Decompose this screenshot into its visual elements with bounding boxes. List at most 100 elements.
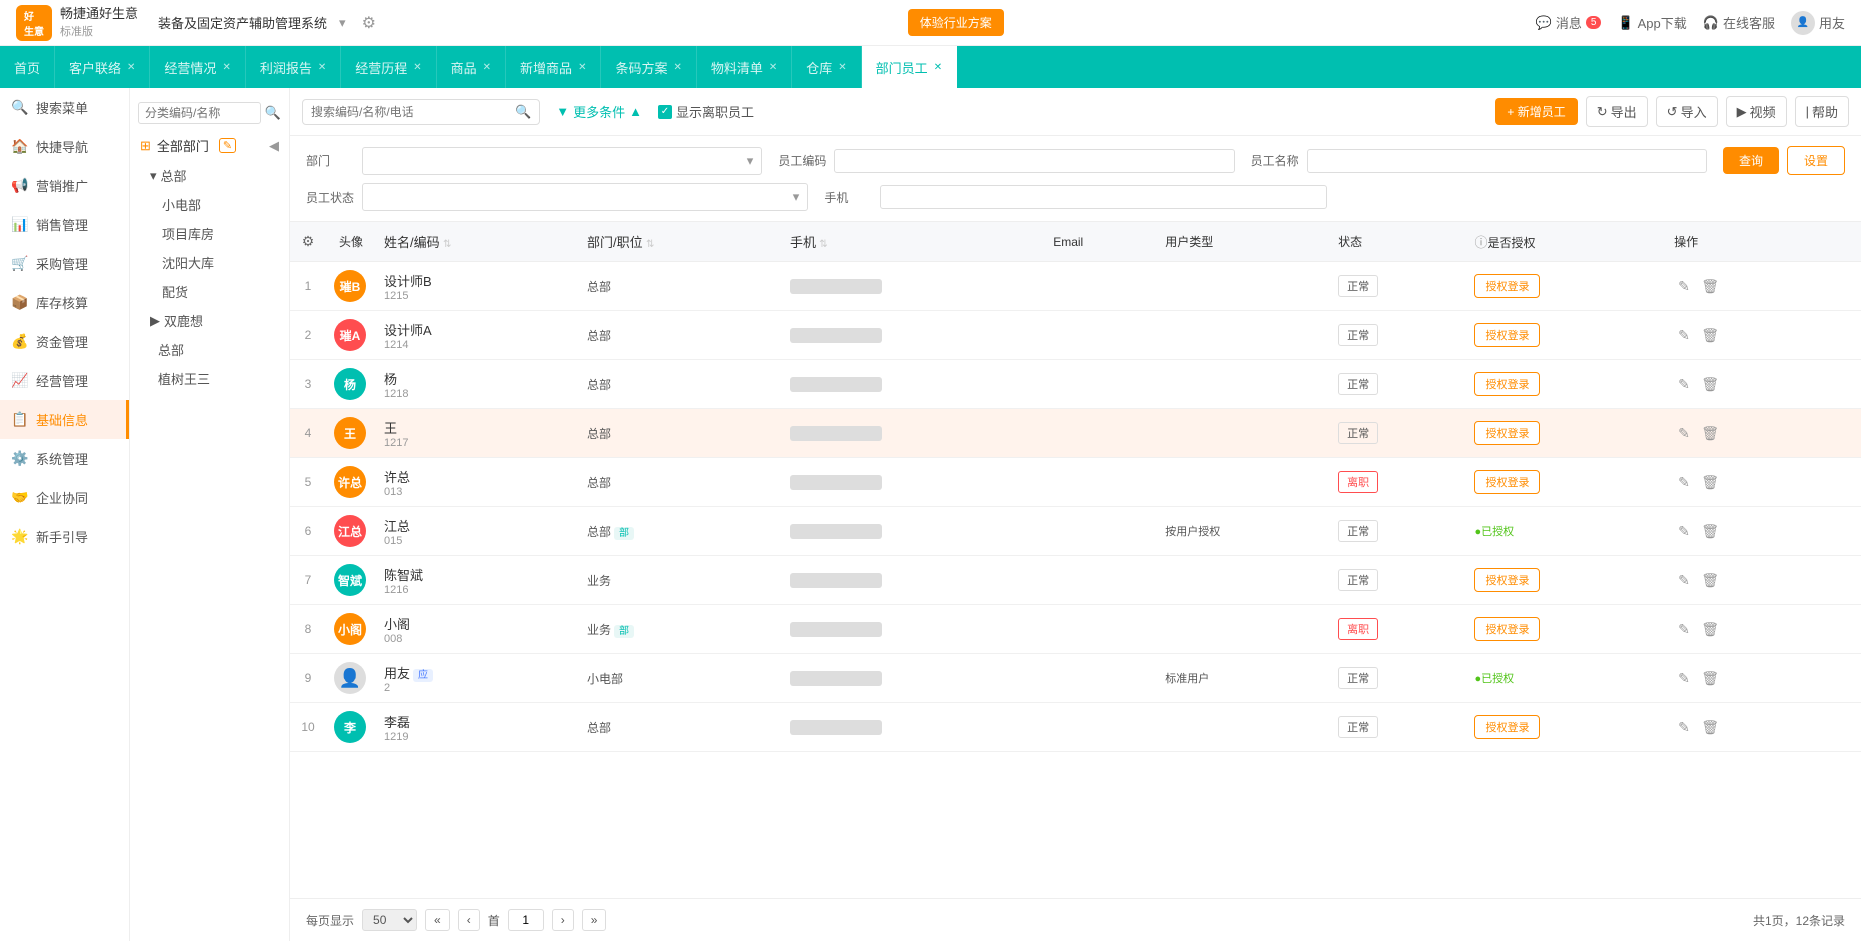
close-tab-icon[interactable]: ✕ xyxy=(578,62,586,73)
sidebar-item-basic[interactable]: 📋 基础信息 xyxy=(0,400,129,439)
sidebar-item-marketing[interactable]: 📢 营销推广 xyxy=(0,166,129,205)
close-tab-icon[interactable]: ✕ xyxy=(413,62,421,73)
app-download-button[interactable]: 📱 App下载 xyxy=(1617,13,1686,32)
dept-item-project-room[interactable]: 项目库房 xyxy=(130,219,289,248)
first-page-button[interactable]: « xyxy=(425,909,450,931)
tab-employees[interactable]: 部门员工 ✕ xyxy=(862,46,957,88)
edit-button[interactable]: ✎ xyxy=(1674,570,1694,591)
tab-barcode[interactable]: 条码方案 ✕ xyxy=(601,46,696,88)
column-settings-button[interactable]: ⚙ xyxy=(302,233,315,250)
tab-warehouse[interactable]: 仓库 ✕ xyxy=(792,46,861,88)
edit-button[interactable]: ✎ xyxy=(1674,423,1694,444)
close-tab-icon[interactable]: ✕ xyxy=(483,62,491,73)
search-input[interactable] xyxy=(311,105,511,119)
show-resigned-toggle[interactable]: ✓ 显示离职员工 xyxy=(658,102,754,121)
tab-home[interactable]: 首页 xyxy=(0,46,55,88)
sidebar-item-collab[interactable]: 🤝 企业协同 xyxy=(0,478,129,517)
close-tab-icon[interactable]: ✕ xyxy=(769,62,777,73)
import-button[interactable]: ↺ 导入 xyxy=(1656,96,1718,127)
edit-button[interactable]: ✎ xyxy=(1674,472,1694,493)
sidebar-item-purchase[interactable]: 🛒 采购管理 xyxy=(0,244,129,283)
online-service-button[interactable]: 🎧 在线客服 xyxy=(1703,13,1775,32)
tab-profit[interactable]: 利润报告 ✕ xyxy=(246,46,341,88)
prev-page-button[interactable]: ‹ xyxy=(458,909,480,931)
authorize-button[interactable]: 授权登录 xyxy=(1474,715,1540,739)
col-dept[interactable]: 部门/职位 ⇅ xyxy=(579,222,782,262)
help-button[interactable]: | 帮助 xyxy=(1795,96,1849,127)
close-tab-icon[interactable]: ✕ xyxy=(934,62,942,73)
edit-button[interactable]: ✎ xyxy=(1674,668,1694,689)
tab-customer[interactable]: 客户联络 ✕ xyxy=(55,46,150,88)
edit-button[interactable]: ✎ xyxy=(1674,717,1694,738)
dept-collapse-icon[interactable]: ◀ xyxy=(269,138,279,154)
delete-button[interactable]: 🗑 xyxy=(1697,717,1723,738)
tab-new-goods[interactable]: 新增商品 ✕ xyxy=(506,46,601,88)
edit-button[interactable]: ✎ xyxy=(1674,276,1694,297)
sidebar-item-sales[interactable]: 📊 销售管理 xyxy=(0,205,129,244)
dept-item-shuanglu[interactable]: ▶ 双鹿想 xyxy=(130,306,289,335)
last-page-button[interactable]: » xyxy=(582,909,607,931)
authorize-button[interactable]: 授权登录 xyxy=(1474,323,1540,347)
emp-name-input[interactable] xyxy=(1307,149,1707,173)
search-button[interactable]: 查询 xyxy=(1723,147,1779,174)
dropdown-arrow-icon[interactable]: ▾ xyxy=(339,15,346,31)
delete-button[interactable]: 🗑 xyxy=(1697,570,1723,591)
tab-goods[interactable]: 商品 ✕ xyxy=(437,46,506,88)
page-number-input[interactable] xyxy=(508,909,544,931)
delete-button[interactable]: 🗑 xyxy=(1697,374,1723,395)
authorize-button[interactable]: 授权登录 xyxy=(1474,617,1540,641)
dept-select[interactable]: ▾ xyxy=(362,147,762,175)
sidebar-item-management[interactable]: 📈 经营管理 xyxy=(0,361,129,400)
sidebar-item-guide[interactable]: 🌟 新手引导 xyxy=(0,517,129,556)
col-phone[interactable]: 手机 ⇅ xyxy=(782,222,1045,262)
settings-button[interactable]: 设置 xyxy=(1787,146,1845,175)
sidebar-item-finance[interactable]: 💰 资金管理 xyxy=(0,322,129,361)
user-menu[interactable]: 👤 用友 xyxy=(1791,11,1845,35)
edit-button[interactable]: ✎ xyxy=(1674,619,1694,640)
dept-item-plant-king[interactable]: 植树王三 xyxy=(130,364,289,393)
sidebar-item-search[interactable]: 🔍 搜索菜单 xyxy=(0,88,129,127)
dept-search-input[interactable] xyxy=(138,102,261,124)
close-tab-icon[interactable]: ✕ xyxy=(222,62,230,73)
delete-button[interactable]: 🗑 xyxy=(1697,668,1723,689)
dept-item-shenyang[interactable]: 沈阳大库 xyxy=(130,248,289,277)
next-page-button[interactable]: › xyxy=(552,909,574,931)
page-size-select[interactable]: 50 20 100 xyxy=(362,909,417,931)
delete-button[interactable]: 🗑 xyxy=(1697,423,1723,444)
col-setting[interactable]: ⚙ xyxy=(290,222,326,262)
sidebar-item-inventory[interactable]: 📦 库存核算 xyxy=(0,283,129,322)
tab-history[interactable]: 经营历程 ✕ xyxy=(341,46,436,88)
close-tab-icon[interactable]: ✕ xyxy=(318,62,326,73)
dept-edit-icon[interactable]: ✎ xyxy=(219,138,236,153)
emp-code-input[interactable] xyxy=(834,149,1234,173)
tab-bom[interactable]: 物料清单 ✕ xyxy=(697,46,792,88)
delete-button[interactable]: 🗑 xyxy=(1697,276,1723,297)
phone-input[interactable] xyxy=(880,185,1326,209)
dept-item-headquarters[interactable]: ▾ 总部 xyxy=(130,161,289,190)
close-tab-icon[interactable]: ✕ xyxy=(838,62,846,73)
delete-button[interactable]: 🗑 xyxy=(1697,619,1723,640)
more-filter-button[interactable]: ▼ 更多条件 ▲ xyxy=(548,98,650,125)
edit-button[interactable]: ✎ xyxy=(1674,374,1694,395)
delete-button[interactable]: 🗑 xyxy=(1697,521,1723,542)
sidebar-item-system[interactable]: ⚙️ 系统管理 xyxy=(0,439,129,478)
col-name[interactable]: 姓名/编码 ⇅ xyxy=(376,222,579,262)
export-button[interactable]: ↻ 导出 xyxy=(1586,96,1648,127)
delete-button[interactable]: 🗑 xyxy=(1697,472,1723,493)
edit-button[interactable]: ✎ xyxy=(1674,521,1694,542)
trial-button[interactable]: 体验行业方案 xyxy=(908,9,1004,36)
dept-item-hq2[interactable]: 总部 xyxy=(130,335,289,364)
view-button[interactable]: ▶ 视频 xyxy=(1726,96,1787,127)
close-tab-icon[interactable]: ✕ xyxy=(127,62,135,73)
authorize-button[interactable]: 授权登录 xyxy=(1474,372,1540,396)
dept-item-small-elec[interactable]: 小电部 xyxy=(130,190,289,219)
edit-button[interactable]: ✎ xyxy=(1674,325,1694,346)
delete-button[interactable]: 🗑 xyxy=(1697,325,1723,346)
emp-status-select[interactable]: ▾ xyxy=(362,183,808,211)
dept-item-delivery[interactable]: 配货 xyxy=(130,277,289,306)
authorize-button[interactable]: 授权登录 xyxy=(1474,568,1540,592)
authorize-button[interactable]: 授权登录 xyxy=(1474,421,1540,445)
tab-operation[interactable]: 经营情况 ✕ xyxy=(150,46,245,88)
message-button[interactable]: 💬 消息 5 xyxy=(1536,13,1602,32)
add-employee-button[interactable]: + 新增员工 xyxy=(1495,98,1577,125)
